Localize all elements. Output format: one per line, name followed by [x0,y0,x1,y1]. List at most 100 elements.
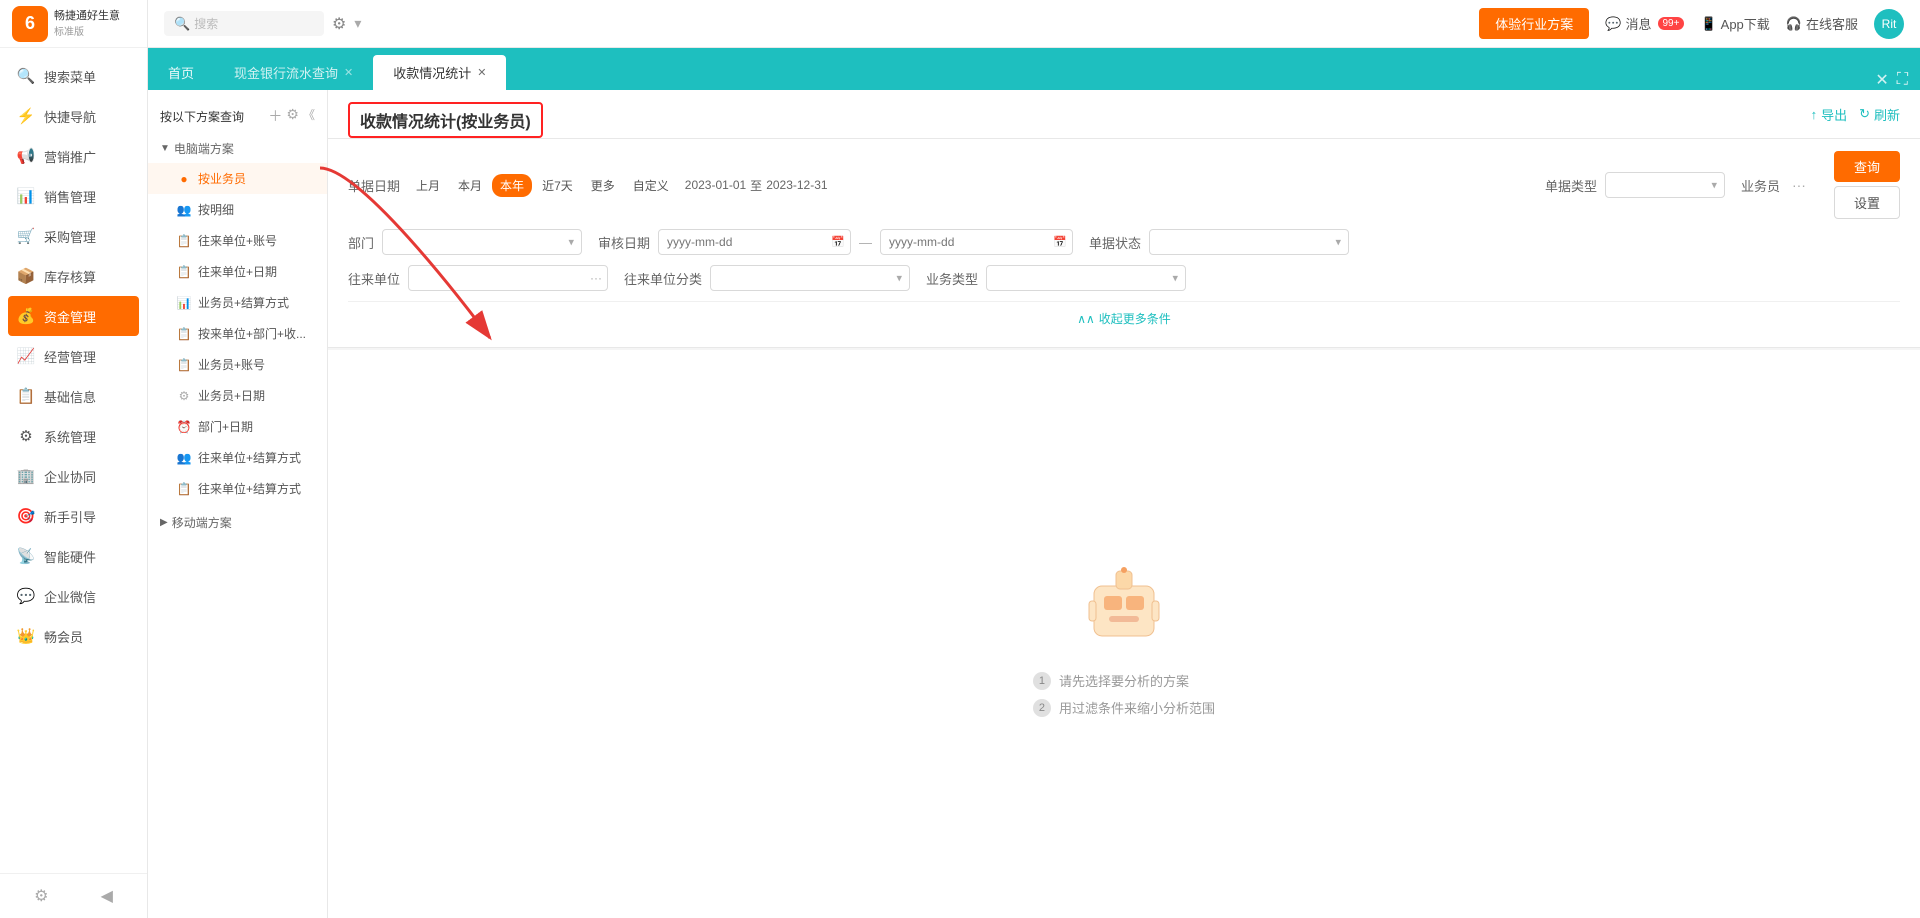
topbar-dropdown-btn[interactable]: ▾ [354,15,361,32]
online-service-btn[interactable]: 🎧 在线客服 [1786,14,1858,33]
message-btn[interactable]: 💬 消息 99+ [1605,14,1684,33]
date-tab-more[interactable]: 更多 [583,174,623,197]
hardware-icon: 📡 [16,546,36,566]
user-avatar[interactable]: Rit [1874,9,1904,39]
settings-btn[interactable]: 设置 [1834,186,1900,219]
doc-status-select[interactable] [1149,229,1349,255]
topbar-gear-btn[interactable]: ⚙ [332,14,346,34]
panel-collapse-btn[interactable]: 《 [303,106,315,126]
sidebar-item-guide[interactable]: 🎯 新手引导 [0,496,147,536]
sidebar-item-search[interactable]: 🔍 搜索菜单 [0,56,147,96]
sidebar-item-sales[interactable]: 📊 销售管理 [0,176,147,216]
collapse-btn[interactable]: ∧∧ 收起更多条件 [348,302,1900,335]
sidebar-item-finance[interactable]: 💰 资金管理 [8,296,139,336]
tab-receipt[interactable]: 收款情况统计 ✕ [373,55,506,90]
sidebar-item-operation[interactable]: 📈 经营管理 [0,336,147,376]
sidebar-collapse-btn[interactable]: ◀ [97,882,117,910]
filter-row-1: 单据日期 上月 本月 本年 近7天 更多 自定义 2023-01-01 至 [348,151,1900,219]
scheme-item-staff-settle[interactable]: 📊 业务员+结算方式 [148,287,327,318]
date-filter-group: 单据日期 上月 本月 本年 近7天 更多 自定义 2023-01-01 至 [348,174,828,197]
date-tabs: 上月 本月 本年 近7天 更多 自定义 [408,174,677,197]
search-icon: 🔍 [174,16,190,32]
content-area: 按以下方案查询 ＋ ⚙ 《 ▼ 电脑端方案 ● 按业务员 👥 [148,90,1920,918]
page-title: 收款情况统计(按业务员) [360,108,531,132]
scheme-item-staff-date[interactable]: ⚙ 业务员+日期 [148,380,327,411]
hint-num-2: 2 [1033,699,1051,717]
tab-cashflow-close[interactable]: ✕ [344,66,353,79]
message-icon: 💬 [1605,16,1621,32]
partner-input[interactable] [408,265,608,291]
desktop-group-title[interactable]: ▼ 电脑端方案 [148,134,327,163]
window-maximize-btn[interactable]: ⛶ [1897,71,1908,89]
date-tab-this-year[interactable]: 本年 [492,174,532,197]
guide-icon: 🎯 [16,506,36,526]
sidebar-item-purchase[interactable]: 🛒 采购管理 [0,216,147,256]
partner-settle2-icon: 📋 [176,481,192,497]
tab-cashflow[interactable]: 现金银行流水查询 ✕ [214,55,373,90]
tab-receipt-close[interactable]: ✕ [477,66,486,79]
refresh-btn[interactable]: ↻ 刷新 [1859,105,1900,124]
app-download-btn[interactable]: 📱 App下载 [1700,14,1769,33]
topbar-search-box[interactable]: 🔍 搜索 [164,11,324,36]
partner-label: 往来单位 [348,269,400,288]
scheme-item-staff-account[interactable]: 📋 业务员+账号 [148,349,327,380]
sidebar-item-basic[interactable]: 📋 基础信息 [0,376,147,416]
scheme-settings-btn[interactable]: ⚙ [286,106,299,126]
window-close-btn[interactable]: ✕ [1875,70,1888,90]
scheme-item-partner-settle2[interactable]: 📋 往来单位+结算方式 [148,473,327,504]
scheme-item-partner-dept[interactable]: 📋 按来单位+部门+收... [148,318,327,349]
export-btn[interactable]: ↑ 导出 [1811,105,1848,124]
partner-ellipsis-btn[interactable]: ··· [590,271,602,285]
doc-type-label: 单据类型 [1545,176,1597,195]
scheme-item-by-detail[interactable]: 👥 按明细 [148,194,327,225]
detail-icon: 👥 [176,202,192,218]
scheme-item-partner-settle1[interactable]: 👥 往来单位+结算方式 [148,442,327,473]
staff-group: 业务员 ··· [1741,176,1810,195]
sidebar-item-marketing[interactable]: 📢 营销推广 [0,136,147,176]
partner-category-select[interactable] [710,265,910,291]
export-icon: ↑ [1811,107,1818,122]
sidebar-item-member[interactable]: 👑 畅会员 [0,616,147,656]
trial-btn[interactable]: 体验行业方案 [1479,8,1589,39]
query-btn[interactable]: 查询 [1834,151,1900,182]
left-panel-title: 按以下方案查询 [160,108,244,125]
logo-area: 6 畅捷通好生意 标准版 [0,0,147,48]
tab-home[interactable]: 首页 [148,55,214,90]
filter-area: 单据日期 上月 本月 本年 近7天 更多 自定义 2023-01-01 至 [328,139,1920,348]
dept-date-icon: ⏰ [176,419,192,435]
review-date-to[interactable] [880,229,1073,255]
date-tab-last-month[interactable]: 上月 [408,174,448,197]
scheme-item-dept-date[interactable]: ⏰ 部门+日期 [148,411,327,442]
review-date-from[interactable] [658,229,851,255]
doc-status-group: 单据状态 [1089,229,1349,255]
staff-more-btn[interactable]: ··· [1788,177,1810,193]
date-to: 2023-12-31 [766,178,827,192]
hint-text-1: 请先选择要分析的方案 [1059,671,1189,690]
system-icon: ⚙ [16,426,36,446]
sidebar-item-system[interactable]: ⚙ 系统管理 [0,416,147,456]
date-tab-last7[interactable]: 近7天 [534,174,581,197]
sidebar-item-corp[interactable]: 🏢 企业协同 [0,456,147,496]
doc-type-select[interactable] [1605,172,1725,198]
review-date-label: 审核日期 [598,233,650,252]
logo-icon: 6 [12,6,48,42]
sidebar-item-hardware[interactable]: 📡 智能硬件 [0,536,147,576]
date-tab-this-month[interactable]: 本月 [450,174,490,197]
sidebar-item-quicknav[interactable]: ⚡ 快捷导航 [0,96,147,136]
scheme-item-partner-date[interactable]: 📋 往来单位+日期 [148,256,327,287]
sidebar-settings-btn[interactable]: ⚙ [30,882,52,910]
scheme-item-partner-account[interactable]: 📋 往来单位+账号 [148,225,327,256]
partner-category-label: 往来单位分类 [624,269,702,288]
scheme-item-by-staff[interactable]: ● 按业务员 [148,163,327,194]
logo-name: 畅捷通好生意 [54,9,120,23]
dept-label: 部门 [348,233,374,252]
sidebar-item-inventory[interactable]: 📦 库存核算 [0,256,147,296]
date-tab-custom[interactable]: 自定义 [625,174,677,197]
biz-type-select[interactable] [986,265,1186,291]
sidebar-item-wechat[interactable]: 💬 企业微信 [0,576,147,616]
dept-select[interactable] [382,229,582,255]
hint-1: 1 请先选择要分析的方案 [1033,671,1215,690]
partner-settle1-icon: 👥 [176,450,192,466]
add-scheme-btn[interactable]: ＋ [268,106,282,126]
mobile-group-title[interactable]: ▶ 移动端方案 [148,508,327,537]
